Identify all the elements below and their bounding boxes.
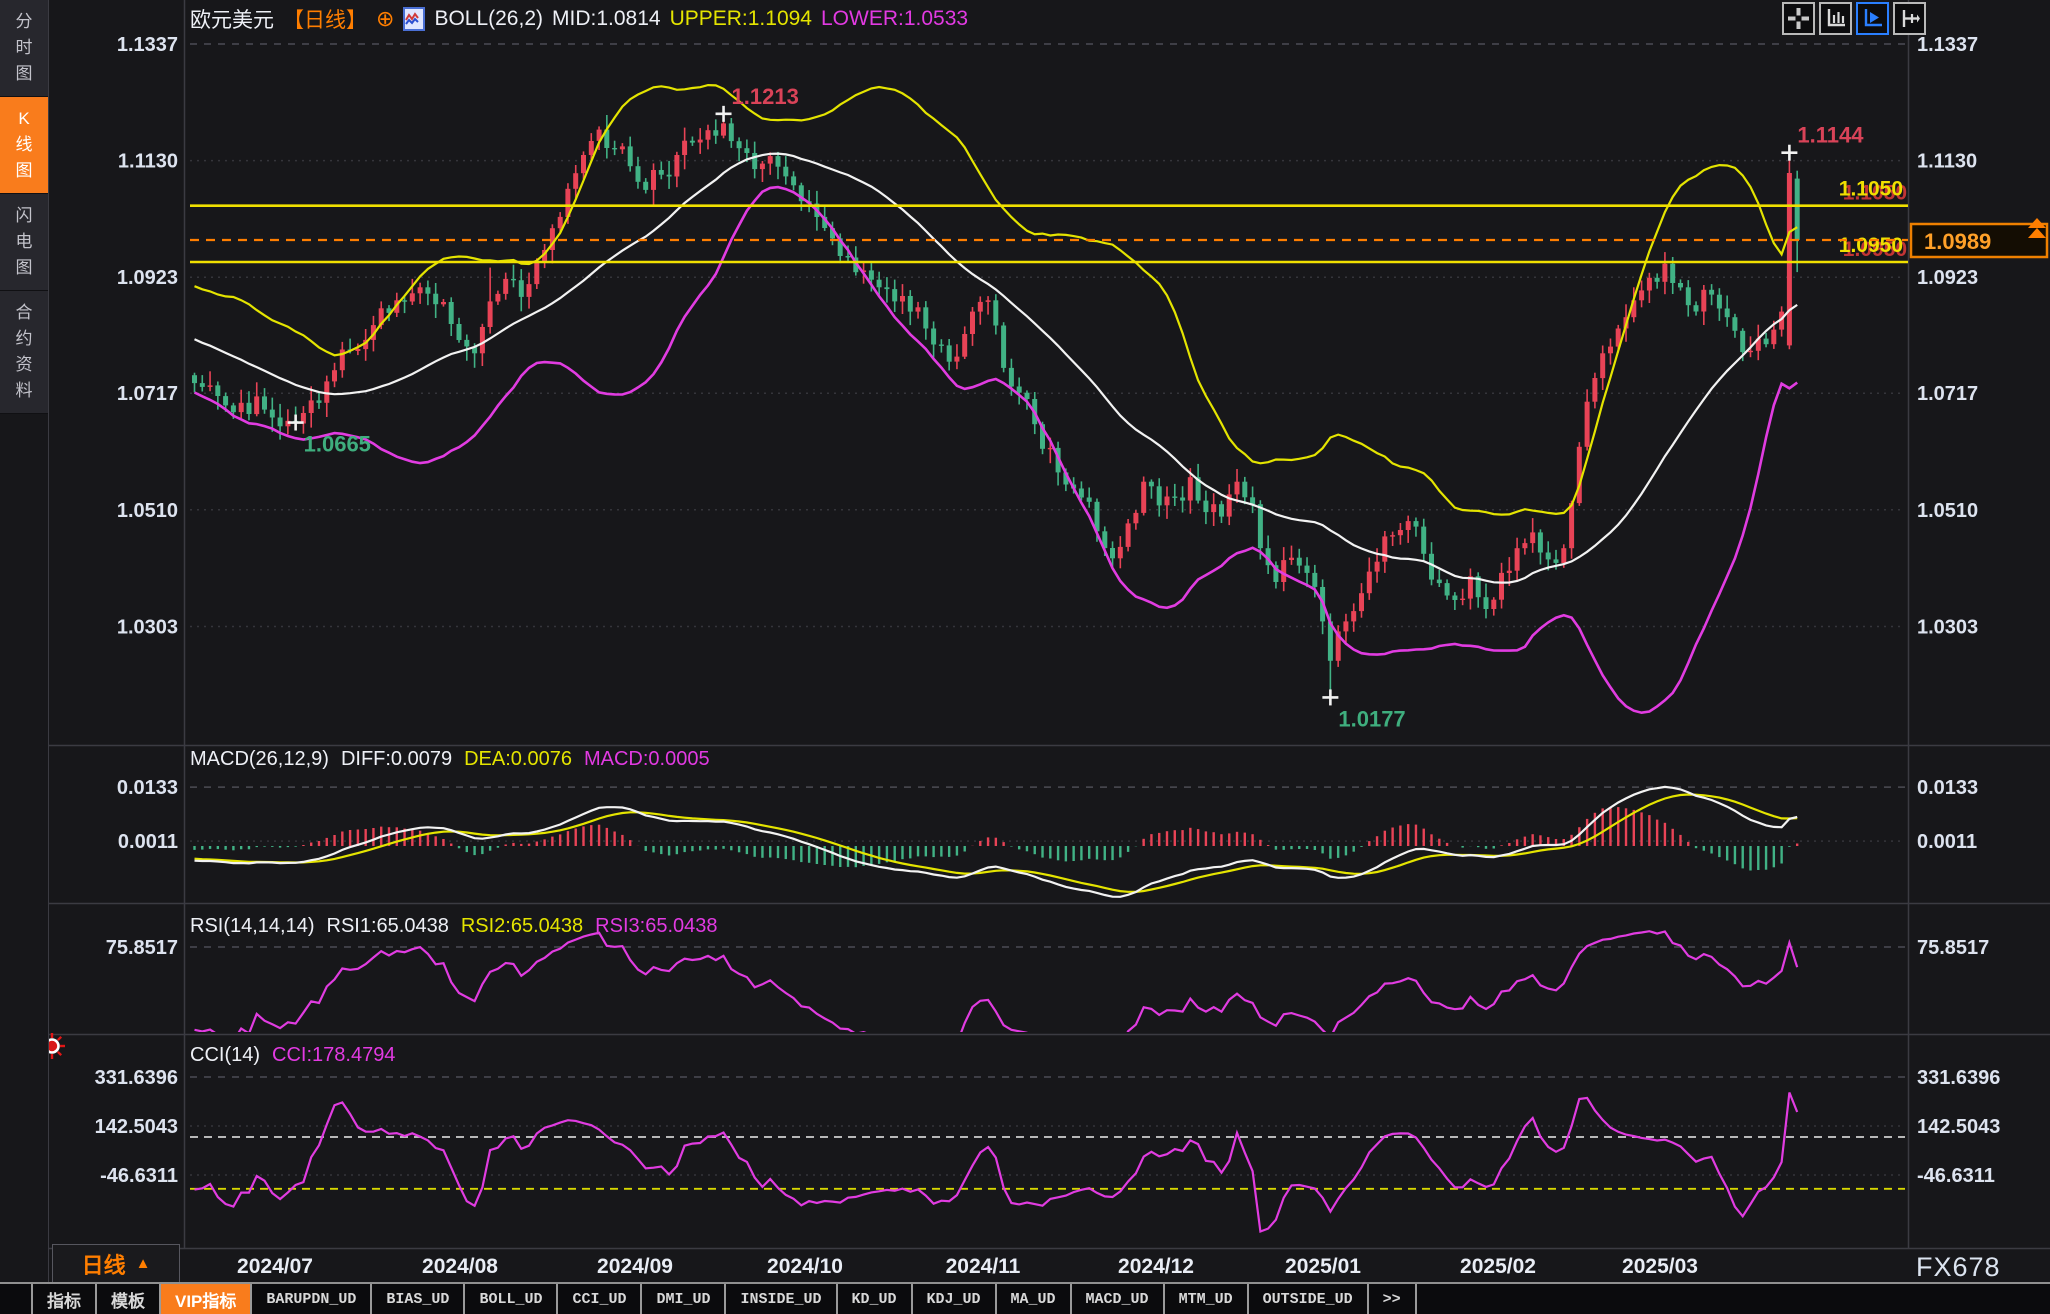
price-annotation: 1.1213 bbox=[732, 84, 799, 109]
chart-toolbar bbox=[1782, 2, 1926, 35]
svg-text:-46.6311: -46.6311 bbox=[1917, 1165, 1995, 1187]
price-annotation: 1.0665 bbox=[304, 432, 371, 457]
tab-DMI_UD[interactable]: DMI_UD bbox=[642, 1284, 724, 1314]
sidebar-item-2[interactable]: 闪电图 bbox=[0, 194, 48, 291]
macd-header: MACD(26,12,9) DIFF:0.0079 DEA:0.0076 MAC… bbox=[190, 748, 710, 771]
boll-mid-value: MID:1.0814 bbox=[552, 7, 661, 31]
macd-dea-value: DEA:0.0076 bbox=[464, 748, 572, 771]
tab-INSIDE_UD[interactable]: INSIDE_UD bbox=[726, 1284, 835, 1314]
trading-app: 1.10501.10501.09501.09501.12131.11441.06… bbox=[0, 0, 2050, 1314]
x-axis-month-label: 2024/10 bbox=[767, 1255, 843, 1278]
tab-模板[interactable]: 模板 bbox=[97, 1284, 159, 1314]
tab-OUTSIDE_UD[interactable]: OUTSIDE_UD bbox=[1249, 1284, 1367, 1314]
period-selector-label: 日线 bbox=[82, 1248, 126, 1280]
tabbar-spacer bbox=[0, 1284, 31, 1314]
axis-shift-icon[interactable] bbox=[1893, 2, 1926, 35]
svg-text:1.1130: 1.1130 bbox=[1917, 151, 1977, 173]
svg-text:1.0510: 1.0510 bbox=[117, 500, 178, 522]
svg-text:142.5043: 142.5043 bbox=[95, 1116, 178, 1138]
x-axis-month-label: 2025/03 bbox=[1622, 1255, 1698, 1278]
svg-text:1.1130: 1.1130 bbox=[118, 151, 178, 173]
macd-value: MACD:0.0005 bbox=[584, 748, 710, 771]
svg-text:1.0717: 1.0717 bbox=[1917, 383, 1978, 405]
tab-MA_UD[interactable]: MA_UD bbox=[997, 1284, 1070, 1314]
boll-upper-value: UPPER:1.1094 bbox=[670, 7, 812, 31]
cci-title: CCI(14) bbox=[190, 1044, 260, 1067]
watermark: FX678 bbox=[1916, 1252, 2001, 1283]
svg-text:1.0950: 1.0950 bbox=[1839, 234, 1903, 257]
tab-指标[interactable]: 指标 bbox=[33, 1284, 95, 1314]
tab-BOLL_UD[interactable]: BOLL_UD bbox=[465, 1284, 556, 1314]
svg-text:0.0133: 0.0133 bbox=[1917, 777, 1978, 799]
indicator-tabbar: 指标模板VIP指标BARUPDN_UDBIAS_UDBOLL_UDCCI_UDD… bbox=[0, 1282, 2050, 1314]
sidebar-item-3[interactable]: 合约资料 bbox=[0, 291, 48, 414]
rsi3-value: RSI3:65.0438 bbox=[595, 915, 717, 938]
tab-[interactable]: >> bbox=[1369, 1284, 1415, 1314]
period-selector[interactable]: 日线 ▲ bbox=[52, 1244, 180, 1283]
tab-KD_UD[interactable]: KD_UD bbox=[838, 1284, 911, 1314]
macd-title: MACD(26,12,9) bbox=[190, 748, 329, 771]
symbol-title: 欧元美元 bbox=[190, 4, 274, 34]
macd-diff-value: DIFF:0.0079 bbox=[341, 748, 452, 771]
x-axis-month-label: 2025/01 bbox=[1285, 1255, 1361, 1278]
svg-text:0.0011: 0.0011 bbox=[118, 831, 178, 853]
x-axis-month-label: 2024/09 bbox=[597, 1255, 673, 1278]
svg-text:1.1337: 1.1337 bbox=[1917, 34, 1978, 56]
boll-lower-value: LOWER:1.0533 bbox=[821, 7, 968, 31]
svg-text:1.0303: 1.0303 bbox=[1917, 617, 1978, 639]
add-indicator-icon[interactable]: ⊕ bbox=[376, 9, 394, 29]
x-axis-month-label: 2024/12 bbox=[1118, 1255, 1194, 1278]
chevron-up-icon: ▲ bbox=[136, 1255, 151, 1272]
tabbar-filler bbox=[1417, 1284, 2050, 1314]
svg-text:1.1050: 1.1050 bbox=[1839, 178, 1903, 201]
svg-text:0.0133: 0.0133 bbox=[117, 777, 178, 799]
svg-text:-46.6311: -46.6311 bbox=[100, 1165, 178, 1187]
period-tag: 【日线】 bbox=[283, 4, 367, 34]
tab-CCI_UD[interactable]: CCI_UD bbox=[558, 1284, 640, 1314]
sidebar-item-1[interactable]: K线图 bbox=[0, 97, 48, 194]
axis-bars-icon[interactable] bbox=[1819, 2, 1852, 35]
svg-text:1.0717: 1.0717 bbox=[117, 383, 178, 405]
mini-chart-icon[interactable] bbox=[403, 7, 425, 31]
svg-text:1.0989: 1.0989 bbox=[1924, 229, 1991, 254]
sidebar-item-0[interactable]: 分时图 bbox=[0, 0, 48, 97]
svg-text:1.1337: 1.1337 bbox=[117, 34, 178, 56]
svg-text:75.8517: 75.8517 bbox=[1917, 937, 1989, 959]
svg-text:75.8517: 75.8517 bbox=[106, 937, 178, 959]
price-annotation: 1.0177 bbox=[1338, 706, 1405, 731]
rsi-header: RSI(14,14,14) RSI1:65.0438 RSI2:65.0438 … bbox=[190, 915, 718, 938]
rsi-title: RSI(14,14,14) bbox=[190, 915, 315, 938]
cci-value: CCI:178.4794 bbox=[272, 1044, 395, 1067]
svg-text:1.0303: 1.0303 bbox=[117, 617, 178, 639]
tab-KDJ_UD[interactable]: KDJ_UD bbox=[913, 1284, 995, 1314]
svg-text:331.6396: 331.6396 bbox=[95, 1067, 178, 1089]
x-axis-month-label: 2025/02 bbox=[1460, 1255, 1536, 1278]
svg-text:142.5043: 142.5043 bbox=[1917, 1116, 2000, 1138]
price-annotation: 1.1144 bbox=[1797, 123, 1864, 148]
svg-text:1.0923: 1.0923 bbox=[117, 267, 178, 289]
tab-BARUPDN_UD[interactable]: BARUPDN_UD bbox=[252, 1284, 370, 1314]
tab-BIAS_UD[interactable]: BIAS_UD bbox=[372, 1284, 463, 1314]
tab-MTM_UD[interactable]: MTM_UD bbox=[1165, 1284, 1247, 1314]
cci-header: CCI(14) CCI:178.4794 bbox=[190, 1044, 395, 1067]
boll-label: BOLL(26,2) bbox=[434, 7, 543, 31]
tab-MACD_UD[interactable]: MACD_UD bbox=[1072, 1284, 1163, 1314]
axis-play-icon[interactable] bbox=[1856, 2, 1889, 35]
sidebar: 分时图K线图闪电图合约资料 bbox=[0, 0, 49, 1314]
x-axis-month-label: 2024/08 bbox=[422, 1255, 498, 1278]
svg-text:0.0011: 0.0011 bbox=[1917, 831, 1977, 853]
svg-text:331.6396: 331.6396 bbox=[1917, 1067, 2000, 1089]
rsi2-value: RSI2:65.0438 bbox=[461, 915, 583, 938]
price-chart-svg[interactable]: 1.10501.10501.09501.09501.12131.11441.06… bbox=[0, 0, 2050, 1314]
x-axis-month-label: 2024/11 bbox=[946, 1255, 1021, 1278]
svg-text:1.0923: 1.0923 bbox=[1917, 267, 1978, 289]
x-axis-month-label: 2024/07 bbox=[237, 1255, 313, 1278]
rsi1-value: RSI1:65.0438 bbox=[327, 915, 449, 938]
pan-crosshair-icon[interactable] bbox=[1782, 2, 1815, 35]
chart-header: 欧元美元 【日线】 ⊕ BOLL(26,2) MID:1.0814 UPPER:… bbox=[190, 4, 968, 34]
tab-VIP指标[interactable]: VIP指标 bbox=[161, 1284, 250, 1314]
svg-text:1.0510: 1.0510 bbox=[1917, 500, 1978, 522]
